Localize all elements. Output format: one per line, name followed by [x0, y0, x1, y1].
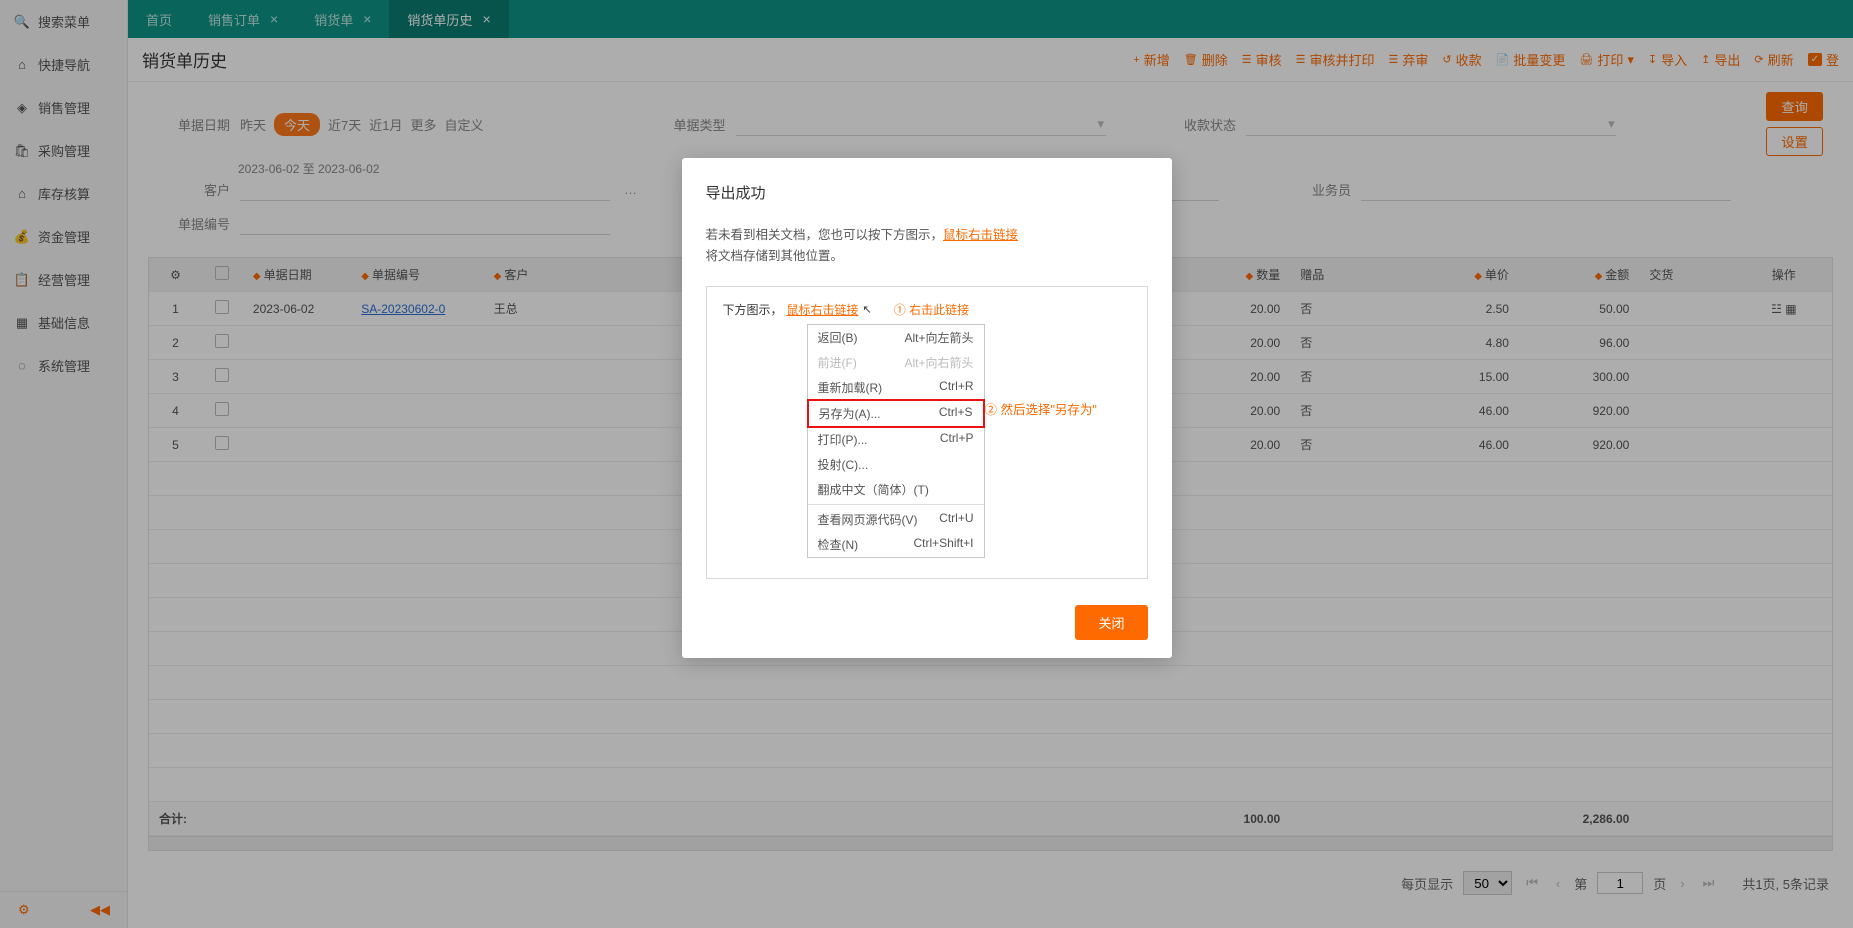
ctx-menu-item: 返回(B)Alt+向左箭头 [808, 325, 984, 350]
modal-text-pre: 若未看到相关文档，您也可以按下方图示， [706, 228, 944, 242]
callout-1: ① 右击此链接 [894, 301, 969, 318]
illus-text: 下方图示， [723, 301, 783, 318]
ctx-menu-item: 重新加载(R)Ctrl+R [808, 375, 984, 400]
export-success-dialog: 导出成功 若未看到相关文档，您也可以按下方图示，鼠标右击链接 将文档存储到其他位… [682, 158, 1172, 658]
callout-2: ② 然后选择"另存为" [985, 399, 1097, 418]
modal-overlay[interactable]: 导出成功 若未看到相关文档，您也可以按下方图示，鼠标右击链接 将文档存储到其他位… [0, 0, 1853, 928]
ctx-menu-item: 前进(F)Alt+向右箭头 [808, 350, 984, 375]
ctx-menu-item: 打印(P)...Ctrl+P [808, 427, 984, 452]
modal-text: 若未看到相关文档，您也可以按下方图示，鼠标右击链接 将文档存储到其他位置。 [706, 225, 1148, 268]
cursor-icon: ↖ [863, 303, 872, 316]
ctx-menu-item: 另存为(A)...Ctrl+S [807, 399, 985, 428]
modal-title: 导出成功 [706, 182, 1148, 203]
illus-link: 鼠标右击链接 [787, 301, 859, 318]
context-menu-example: 返回(B)Alt+向左箭头前进(F)Alt+向右箭头重新加载(R)Ctrl+R另… [807, 324, 985, 558]
illustration-box: 下方图示， 鼠标右击链接 ↖ ① 右击此链接 返回(B)Alt+向左箭头前进(F… [706, 286, 1148, 579]
right-click-link[interactable]: 鼠标右击链接 [943, 228, 1018, 242]
ctx-menu-item: 翻成中文（简体）(T) [808, 477, 984, 502]
ctx-menu-item: 查看网页源代码(V)Ctrl+U [808, 507, 984, 532]
ctx-menu-item: 投射(C)... [808, 452, 984, 477]
close-button[interactable]: 关闭 [1075, 605, 1147, 640]
ctx-menu-item: 检查(N)Ctrl+Shift+I [808, 532, 984, 557]
modal-text-line2: 将文档存储到其他位置。 [706, 249, 844, 263]
